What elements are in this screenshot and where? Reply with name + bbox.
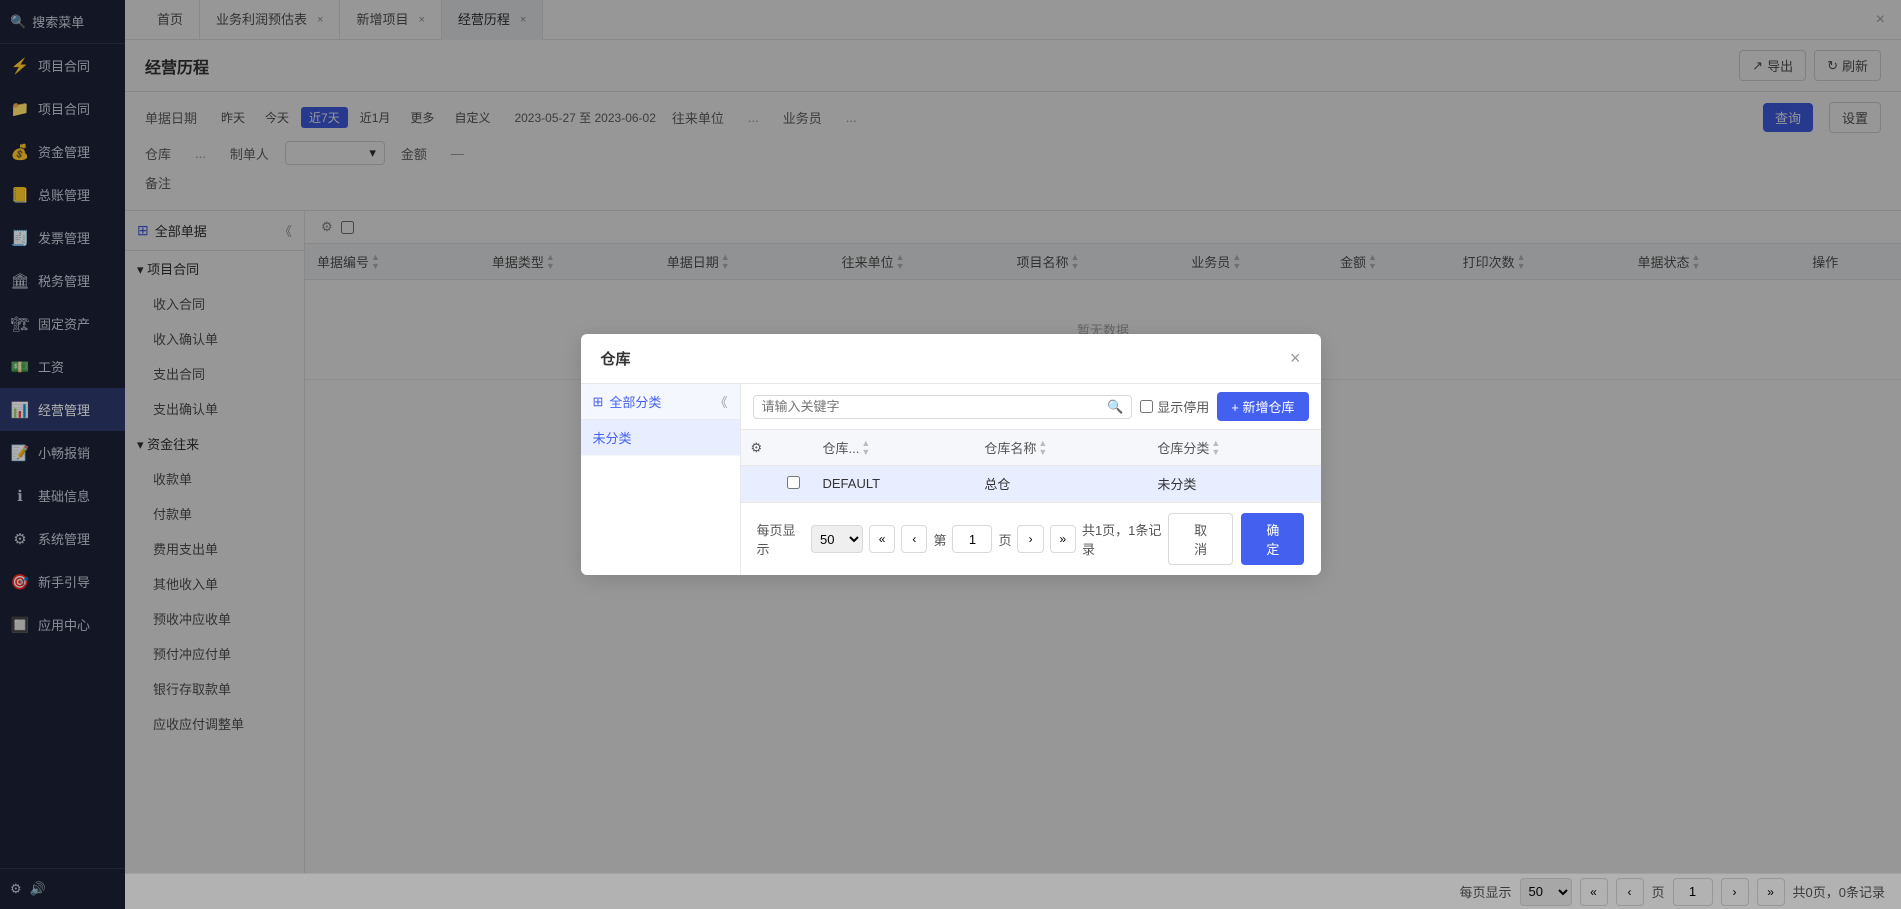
modal-toolbar: 🔍 显示停用 + 新增仓库 xyxy=(741,384,1321,430)
row-name: 总仓 xyxy=(974,466,1147,502)
confirm-label: 确定 xyxy=(1266,523,1279,557)
row-settings xyxy=(741,466,777,502)
add-warehouse-button[interactable]: + 新增仓库 xyxy=(1217,392,1308,421)
modal-table: ⚙ 仓库... ▲▼ 仓库名称 ▲▼ 仓库分类 ▲▼ xyxy=(741,430,1321,502)
table-row[interactable]: DEFAULT 总仓 未分类 xyxy=(741,466,1321,502)
modal-search-icon: 🔍 xyxy=(1107,399,1123,415)
show-disabled-text: 显示停用 xyxy=(1157,397,1209,416)
modal-col-code: 仓库... ▲▼ xyxy=(813,430,975,466)
modal-col-name: 仓库名称 ▲▼ xyxy=(974,430,1147,466)
modal-table-scroll: ⚙ 仓库... ▲▼ 仓库名称 ▲▼ 仓库分类 ▲▼ xyxy=(741,430,1321,502)
modal-page-unit: 页 xyxy=(998,530,1011,549)
modal-page-input[interactable] xyxy=(952,525,992,553)
show-disabled-checkbox[interactable] xyxy=(1140,400,1153,413)
row-code: DEFAULT xyxy=(813,466,975,502)
modal-first-btn[interactable]: « xyxy=(869,525,895,553)
add-warehouse-label: + 新增仓库 xyxy=(1231,397,1294,416)
modal-col-settings: ⚙ xyxy=(741,430,777,466)
row-category: 未分类 xyxy=(1147,466,1320,502)
modal-actions: 取消 确定 xyxy=(1168,513,1304,565)
modal-tree-unclassified[interactable]: 未分类 xyxy=(581,420,740,456)
modal-left-header: ⊞ 全部分类 《 xyxy=(581,384,740,420)
show-disabled-label[interactable]: 显示停用 xyxy=(1140,397,1209,416)
modal-close-button[interactable]: × xyxy=(1290,348,1301,369)
modal-next-btn[interactable]: › xyxy=(1017,525,1043,553)
modal-overlay: 仓库 × ⊞ 全部分类 《 未分类 xyxy=(0,0,1901,909)
modal-pagination: 每页显示 50 100 « ‹ 第 页 › » 共1页，1条记录 xyxy=(757,520,1169,558)
cancel-button[interactable]: 取消 xyxy=(1168,513,1233,565)
modal-right-panel: 🔍 显示停用 + 新增仓库 ⚙ xyxy=(741,384,1321,575)
row-check xyxy=(777,466,813,502)
modal-header: 仓库 × xyxy=(581,334,1321,384)
modal-page-size-label: 每页显示 xyxy=(757,520,805,558)
modal-collapse-icon[interactable]: 《 xyxy=(714,392,727,411)
modal-footer: 每页显示 50 100 « ‹ 第 页 › » 共1页，1条记录 xyxy=(741,502,1321,575)
confirm-button[interactable]: 确定 xyxy=(1241,513,1304,565)
modal-tree-label: 未分类 xyxy=(593,431,632,446)
cancel-label: 取消 xyxy=(1194,523,1207,557)
modal-grid-icon: ⊞ xyxy=(593,394,604,410)
modal-title: 仓库 xyxy=(601,348,631,369)
modal-last-btn[interactable]: » xyxy=(1050,525,1076,553)
modal-warehouse: 仓库 × ⊞ 全部分类 《 未分类 xyxy=(581,334,1321,575)
modal-col-check xyxy=(777,430,813,466)
modal-search-wrap: 🔍 xyxy=(753,395,1133,419)
modal-left-panel: ⊞ 全部分类 《 未分类 xyxy=(581,384,741,575)
modal-all-label: 全部分类 xyxy=(609,392,661,411)
modal-body: ⊞ 全部分类 《 未分类 🔍 显示停用 xyxy=(581,384,1321,575)
modal-page-size-select[interactable]: 50 100 xyxy=(811,525,863,553)
row-checkbox[interactable] xyxy=(787,476,800,489)
modal-prev-btn[interactable]: ‹ xyxy=(901,525,927,553)
modal-search-input[interactable] xyxy=(762,399,1104,414)
modal-total-text: 共1页，1条记录 xyxy=(1082,520,1168,558)
modal-col-category: 仓库分类 ▲▼ xyxy=(1147,430,1320,466)
modal-page-label: 第 xyxy=(933,530,946,549)
